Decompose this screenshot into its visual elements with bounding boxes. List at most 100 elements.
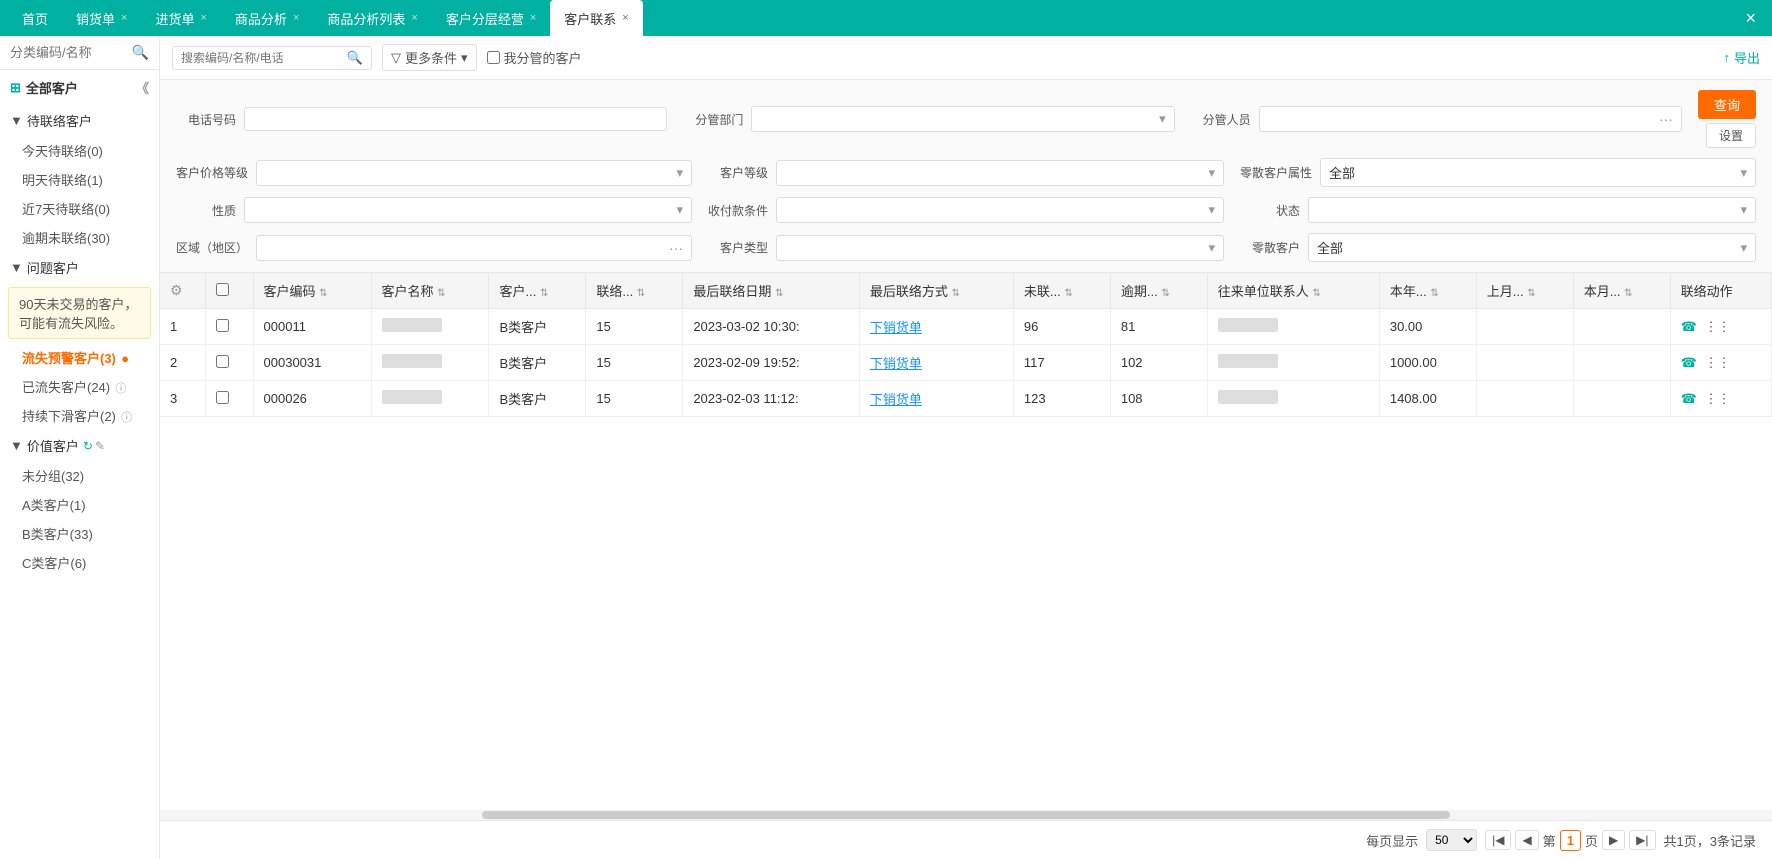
tab-purchase-close[interactable]: ×	[200, 12, 206, 24]
per-page-select[interactable]: 50 20 100	[1426, 829, 1477, 851]
status-select[interactable]: ▾	[1308, 197, 1756, 223]
settings-button[interactable]: 设置	[1706, 123, 1756, 148]
sidebar-item-churned[interactable]: 已流失客户(24) ⓘ	[0, 372, 159, 401]
tab-analysis-list[interactable]: 商品分析列表 ×	[313, 0, 431, 36]
type-sort-icon[interactable]: ⇅	[540, 288, 548, 299]
tab-customer-contact-close[interactable]: ×	[622, 12, 628, 24]
action-more-icon[interactable]: ⋮⋮	[1704, 391, 1730, 406]
tab-sales[interactable]: 销货单 ×	[62, 0, 141, 36]
export-button[interactable]: ↑ 导出	[1723, 48, 1760, 67]
cell-action[interactable]: ☎ ⋮⋮	[1670, 345, 1771, 381]
filter-search-input[interactable]	[181, 51, 347, 65]
cell-action[interactable]: ☎ ⋮⋮	[1670, 309, 1771, 345]
scrollbar-thumb[interactable]	[482, 811, 1449, 819]
region-more-icon[interactable]: ···	[669, 240, 683, 256]
filter-search-box[interactable]: 🔍	[172, 46, 372, 70]
select-all-checkbox[interactable]	[216, 283, 229, 296]
action-more-icon[interactable]: ⋮⋮	[1704, 355, 1730, 370]
next-page-btn[interactable]: ▶	[1602, 830, 1625, 850]
row-checkbox[interactable]	[216, 391, 229, 404]
person-select[interactable]: ···	[1259, 106, 1682, 132]
tab-analysis-close[interactable]: ×	[293, 12, 299, 24]
zero-customer-select[interactable]: 全部 ▾	[1308, 233, 1756, 262]
action-contact-icon[interactable]: ☎	[1681, 391, 1697, 406]
sidebar-group-value[interactable]: ▼ 价值客户 ↻ ✎	[0, 430, 159, 461]
tab-home[interactable]: 首页	[8, 0, 62, 36]
sidebar-item-class-c[interactable]: C类客户(6)	[0, 548, 159, 577]
sidebar-item-today[interactable]: 今天待联络(0)	[0, 136, 159, 165]
tab-customer-layer-close[interactable]: ×	[530, 12, 536, 24]
my-customers-checkbox[interactable]	[487, 51, 500, 64]
pagination-summary: 共1页，3条记录	[1664, 831, 1756, 850]
contact-sort-icon[interactable]: ⇅	[637, 288, 645, 299]
my-customers-check[interactable]: 我分管的客户	[487, 48, 582, 67]
value-refresh-icon[interactable]: ↻	[83, 439, 93, 453]
level-select[interactable]: ▾	[776, 160, 1224, 186]
close-all-button[interactable]: ×	[1737, 8, 1764, 29]
last-method-link[interactable]: 下销货单	[870, 356, 922, 371]
cell-action[interactable]: ☎ ⋮⋮	[1670, 381, 1771, 417]
value-edit-icon[interactable]: ✎	[95, 439, 105, 453]
query-button[interactable]: 查询	[1698, 90, 1756, 119]
table-settings-icon[interactable]: ⚙	[170, 282, 183, 298]
region-select[interactable]: ···	[256, 235, 692, 261]
more-conditions-btn[interactable]: ▽ 更多条件 ▾	[382, 44, 477, 71]
sidebar-item-churn-warning[interactable]: 流失预警客户(3) ●	[0, 343, 159, 372]
cell-last-method[interactable]: 下销货单	[859, 345, 1013, 381]
sidebar-search-input[interactable]	[10, 45, 128, 60]
tab-customer-contact[interactable]: 客户联系 ×	[550, 0, 642, 36]
sidebar-all-customers[interactable]: ⊞ 全部客户 《	[0, 70, 159, 105]
not-contacted-sort-icon[interactable]: ⇅	[1064, 288, 1072, 299]
phone-input[interactable]	[244, 107, 667, 131]
name-sort-icon[interactable]: ⇅	[437, 288, 445, 299]
zero-attr-select[interactable]: 全部 ▾	[1320, 158, 1756, 187]
tab-purchase[interactable]: 进货单 ×	[141, 0, 220, 36]
last-method-sort-icon[interactable]: ⇅	[952, 288, 960, 299]
tab-analysis-list-close[interactable]: ×	[411, 12, 417, 24]
overdue-sort-icon[interactable]: ⇅	[1161, 288, 1169, 299]
action-more-icon[interactable]: ⋮⋮	[1704, 319, 1730, 334]
sidebar-group-problem[interactable]: ▼ 问题客户	[0, 252, 159, 283]
sidebar-group-pending[interactable]: ▼ 待联络客户	[0, 105, 159, 136]
price-level-select[interactable]: ▾	[256, 160, 692, 186]
nature-select[interactable]: ▾	[244, 197, 692, 223]
last-date-sort-icon[interactable]: ⇅	[775, 288, 783, 299]
horizontal-scrollbar[interactable]	[160, 810, 1772, 820]
sidebar-item-declining[interactable]: 持续下滑客户(2) ⓘ	[0, 401, 159, 430]
cell-this-year: 1408.00	[1379, 381, 1476, 417]
first-page-btn[interactable]: |◀	[1485, 830, 1511, 850]
this-month-sort-icon[interactable]: ⇅	[1624, 288, 1632, 299]
cell-last-method[interactable]: 下销货单	[859, 381, 1013, 417]
tab-analysis[interactable]: 商品分析 ×	[221, 0, 313, 36]
col-not-contacted: 未联... ⇅	[1013, 273, 1110, 309]
tab-sales-close[interactable]: ×	[121, 12, 127, 24]
dept-select[interactable]: ▾	[751, 106, 1174, 132]
tab-customer-layer[interactable]: 客户分层经营 ×	[432, 0, 550, 36]
cell-checkbox[interactable]	[206, 309, 253, 345]
cell-checkbox[interactable]	[206, 345, 253, 381]
row-checkbox[interactable]	[216, 319, 229, 332]
last-method-link[interactable]: 下销货单	[870, 392, 922, 407]
sidebar-item-7days[interactable]: 近7天待联络(0)	[0, 194, 159, 223]
prev-page-btn[interactable]: ◀	[1515, 830, 1538, 850]
last-page-btn[interactable]: ▶|	[1629, 830, 1655, 850]
sidebar-item-overdue[interactable]: 逾期未联络(30)	[0, 223, 159, 252]
sidebar-item-tomorrow[interactable]: 明天待联络(1)	[0, 165, 159, 194]
action-contact-icon[interactable]: ☎	[1681, 319, 1697, 334]
row-checkbox[interactable]	[216, 355, 229, 368]
payment-select[interactable]: ▾	[776, 197, 1224, 223]
contacts-sort-icon[interactable]: ⇅	[1312, 288, 1320, 299]
customer-type-select[interactable]: ▾	[776, 235, 1224, 261]
cell-last-method[interactable]: 下销货单	[859, 309, 1013, 345]
person-more-icon[interactable]: ···	[1659, 111, 1673, 127]
action-contact-icon[interactable]: ☎	[1681, 355, 1697, 370]
sidebar-item-ungrouped[interactable]: 未分组(32)	[0, 461, 159, 490]
this-year-sort-icon[interactable]: ⇅	[1430, 288, 1438, 299]
sidebar-item-class-a[interactable]: A类客户(1)	[0, 490, 159, 519]
sidebar-item-class-b[interactable]: B类客户(33)	[0, 519, 159, 548]
cell-checkbox[interactable]	[206, 381, 253, 417]
last-month-sort-icon[interactable]: ⇅	[1527, 288, 1535, 299]
customer-table: ⚙ 客户编码 ⇅ 客户名称 ⇅ 客户... ⇅	[160, 273, 1772, 417]
code-sort-icon[interactable]: ⇅	[319, 288, 327, 299]
last-method-link[interactable]: 下销货单	[870, 320, 922, 335]
